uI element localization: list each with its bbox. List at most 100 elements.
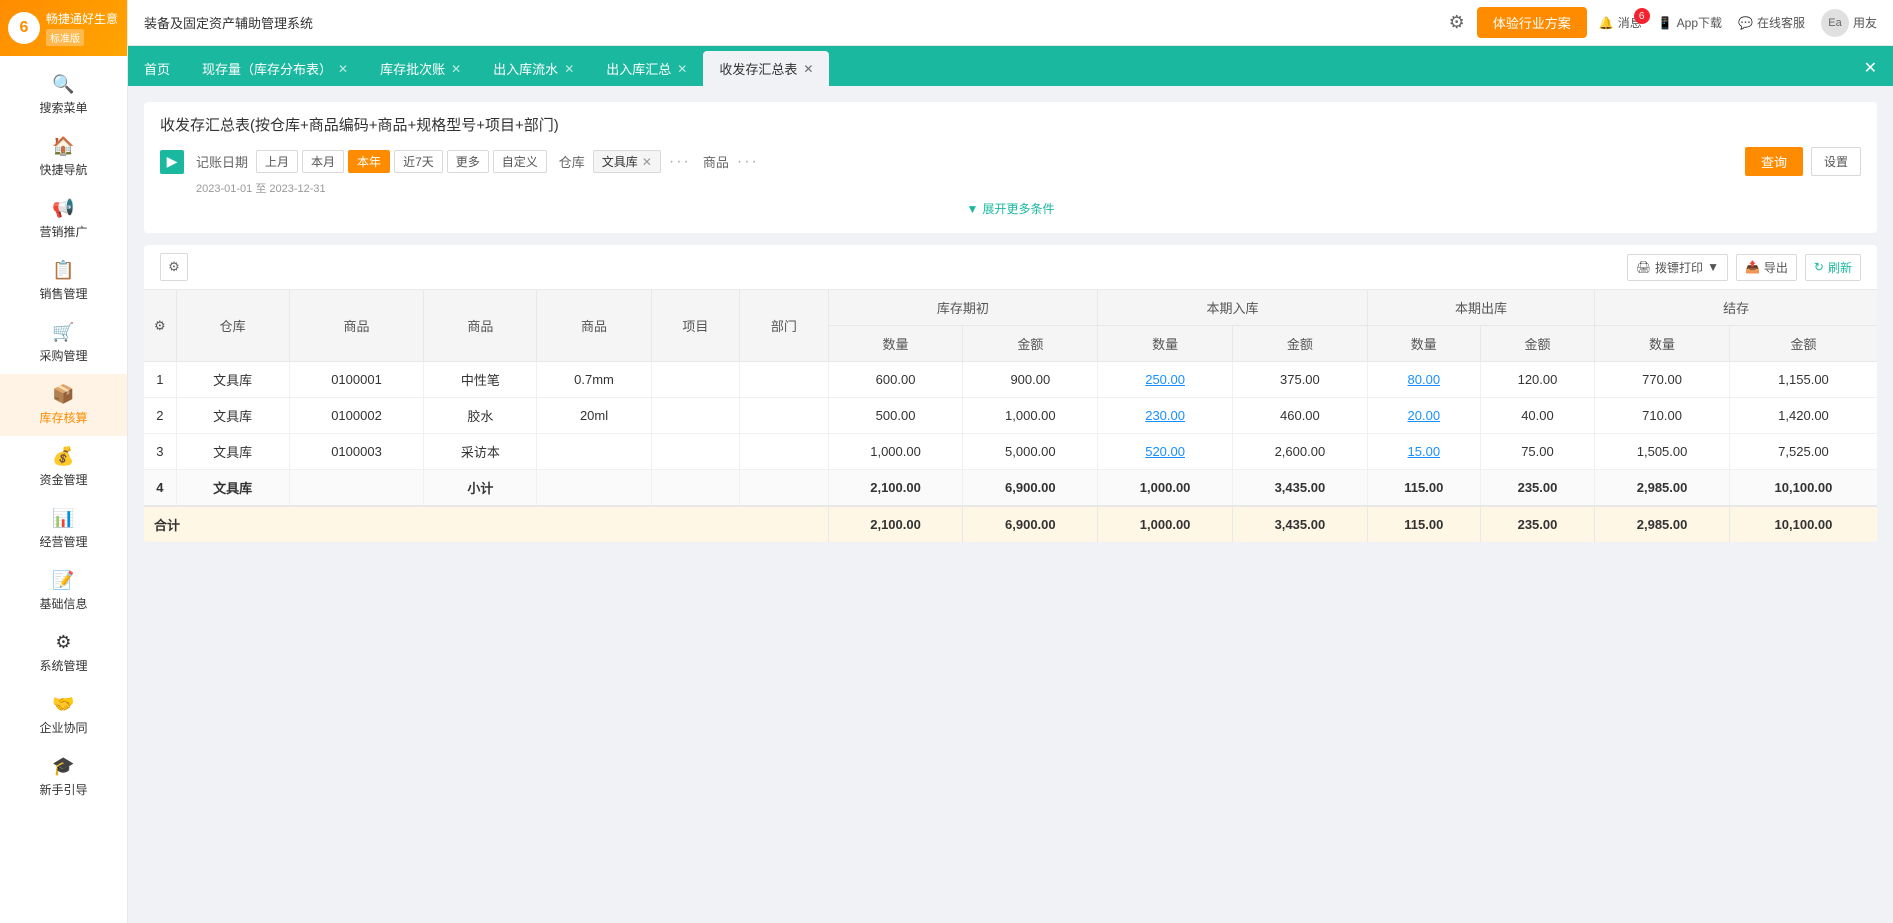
table-cell[interactable]: 250.00 <box>1098 362 1233 398</box>
tab-close-icon[interactable]: ✕ <box>803 62 813 76</box>
sidebar-nav: 🔍 搜索菜单🏠 快捷导航📢 营销推广📋 销售管理🛒 采购管理📦 库存核算💰 资金… <box>0 56 127 923</box>
table-cell[interactable]: 20.00 <box>1367 398 1480 434</box>
tab-inventory-dist[interactable]: 现存量（库存分布表） ✕ <box>186 51 364 86</box>
table-cell: 0.7mm <box>537 362 651 398</box>
export-button[interactable]: 📤 导出 <box>1736 254 1797 281</box>
sidebar-logo: 6 畅捷通好生意 标准版 <box>0 0 127 56</box>
sidebar-item-newbie[interactable]: 🎓 新手引导 <box>0 746 127 808</box>
tab-label: 出入库汇总 <box>606 59 671 78</box>
quick-nav-icon: 🏠 <box>52 136 74 157</box>
table-header-row1: ⚙ 仓库 商品 商品 商品 项目 部门 库存期初 本期入库 本期出库 结存 <box>144 290 1877 326</box>
date-btn-自定义[interactable]: 自定义 <box>493 150 547 173</box>
sidebar-item-search[interactable]: 🔍 搜索菜单 <box>0 64 127 126</box>
filter-expand-button[interactable]: ▶ <box>160 150 184 174</box>
tab-batch[interactable]: 库存批次账 ✕ <box>364 51 477 86</box>
table-cell: 235.00 <box>1480 470 1594 507</box>
search-icon: 🔍 <box>52 74 74 95</box>
date-btn-更多[interactable]: 更多 <box>447 150 489 173</box>
system-name: 装备及固定资产辅助管理系统 <box>144 13 1437 32</box>
table-cell: 2,985.00 <box>1595 470 1730 507</box>
tab-label: 现存量（库存分布表） <box>202 59 332 78</box>
date-btn-上月[interactable]: 上月 <box>256 150 298 173</box>
tab-home[interactable]: 首页 <box>128 51 186 86</box>
col-init-header: 库存期初 <box>828 290 1098 326</box>
footer-label: 合计 <box>144 506 828 542</box>
filter-settings-button[interactable]: 设置 <box>1811 147 1861 176</box>
table-row: 3文具库0100003采访本1,000.005,000.00520.002,60… <box>144 434 1877 470</box>
sidebar-item-system[interactable]: ⚙ 系统管理 <box>0 622 127 684</box>
content-area: 收发存汇总表(按仓库+商品编码+商品+规格型号+项目+部门) ▶ 记账日期 上月… <box>128 86 1893 923</box>
print-button[interactable]: 🖨 拨镖打印 ▼ <box>1627 254 1728 281</box>
table-cell: 文具库 <box>176 470 289 507</box>
tab-close-icon[interactable]: ✕ <box>451 62 461 76</box>
sidebar-item-purchase[interactable]: 🛒 采购管理 <box>0 312 127 374</box>
table-cell[interactable]: 15.00 <box>1367 434 1480 470</box>
table-cell: 1,000.00 <box>828 434 963 470</box>
sidebar-item-sales[interactable]: 📋 销售管理 <box>0 250 127 312</box>
warehouse-tag: 文具库 ✕ <box>593 150 661 173</box>
sidebar-item-inventory[interactable]: 📦 库存核算 <box>0 374 127 436</box>
table-cell[interactable]: 80.00 <box>1367 362 1480 398</box>
table-cell: 0100003 <box>289 434 424 470</box>
settings-icon[interactable]: ⚙ <box>1449 12 1465 33</box>
tab-inout-summary[interactable]: 出入库汇总 ✕ <box>590 51 703 86</box>
warehouse-filter: 仓库 文具库 ✕ ··· <box>559 150 691 173</box>
tab-close-icon[interactable]: ✕ <box>677 62 687 76</box>
sidebar-item-operations[interactable]: 📊 经营管理 <box>0 498 127 560</box>
system-icon: ⚙ <box>55 632 71 653</box>
tab-close-icon[interactable]: ✕ <box>338 62 348 76</box>
table-row: 4文具库小计2,100.006,900.001,000.003,435.0011… <box>144 470 1877 507</box>
sidebar-item-label: 基础信息 <box>39 595 87 612</box>
footer-out-amt: 235.00 <box>1480 506 1594 542</box>
table-cell: 600.00 <box>828 362 963 398</box>
warehouse-more-btn[interactable]: ··· <box>669 153 691 171</box>
online-service-btn[interactable]: 💬 在线客服 <box>1738 14 1805 31</box>
table-cell: 1,000.00 <box>1098 470 1233 507</box>
table-cell: 500.00 <box>828 398 963 434</box>
tabbar-close-btn[interactable]: ✕ <box>1848 50 1893 86</box>
print-icon: 🖨 <box>1636 260 1651 274</box>
date-btn-近7天[interactable]: 近7天 <box>394 150 443 173</box>
table-cell: 3 <box>144 434 176 470</box>
table-cell[interactable]: 520.00 <box>1098 434 1233 470</box>
goods-more-btn[interactable]: ··· <box>737 153 759 171</box>
filter-actions: 查询 设置 <box>1745 147 1861 176</box>
trial-button[interactable]: 体验行业方案 <box>1477 7 1587 38</box>
table-settings-icon[interactable]: ⚙ <box>160 253 188 281</box>
date-btn-本年[interactable]: 本年 <box>348 150 390 173</box>
tab-recv-send-summary[interactable]: 收发存汇总表 ✕ <box>703 51 829 86</box>
query-button[interactable]: 查询 <box>1745 147 1803 176</box>
download-icon: 📱 <box>1658 16 1673 30</box>
col-end-header: 结存 <box>1595 290 1877 326</box>
sidebar-item-marketing[interactable]: 📢 营销推广 <box>0 188 127 250</box>
table-row: 2文具库0100002胶水20ml500.001,000.00230.00460… <box>144 398 1877 434</box>
warehouse-tag-close[interactable]: ✕ <box>642 155 652 169</box>
col-settings-header: ⚙ <box>144 290 176 362</box>
col-in-amt-header: 金额 <box>1233 326 1368 362</box>
table-cell[interactable]: 230.00 <box>1098 398 1233 434</box>
refresh-button[interactable]: ↻ 刷新 <box>1805 254 1861 281</box>
expand-more-button[interactable]: ▼ 展开更多条件 <box>967 200 1055 217</box>
tab-close-icon[interactable]: ✕ <box>564 62 574 76</box>
user-menu[interactable]: Ea 用友 <box>1821 9 1877 37</box>
sidebar-item-label: 企业协同 <box>39 719 87 736</box>
table-cell: 采访本 <box>424 434 537 470</box>
date-btn-本月[interactable]: 本月 <box>302 150 344 173</box>
tab-inout-flow[interactable]: 出入库流水 ✕ <box>477 51 590 86</box>
sidebar-item-quick-nav[interactable]: 🏠 快捷导航 <box>0 126 127 188</box>
sidebar-item-label: 经营管理 <box>39 533 87 550</box>
sidebar-item-label: 资金管理 <box>39 471 87 488</box>
goods-filter: 商品 ··· <box>703 152 759 171</box>
sidebar-item-finance[interactable]: 💰 资金管理 <box>0 436 127 498</box>
sidebar-item-basic-info[interactable]: 📝 基础信息 <box>0 560 127 622</box>
table-cell: 1,420.00 <box>1729 398 1877 434</box>
page-title: 收发存汇总表(按仓库+商品编码+商品+规格型号+项目+部门) <box>160 114 1861 135</box>
sidebar-item-label: 快捷导航 <box>39 161 87 178</box>
notifications-btn[interactable]: 🔔 消息 6 <box>1599 14 1642 31</box>
table-row: 1文具库0100001中性笔0.7mm600.00900.00250.00375… <box>144 362 1877 398</box>
table-cell: 2 <box>144 398 176 434</box>
purchase-icon: 🛒 <box>52 322 74 343</box>
finance-icon: 💰 <box>52 446 74 467</box>
sidebar-item-enterprise[interactable]: 🤝 企业协同 <box>0 684 127 746</box>
app-download-btn[interactable]: 📱 App下载 <box>1658 14 1722 31</box>
